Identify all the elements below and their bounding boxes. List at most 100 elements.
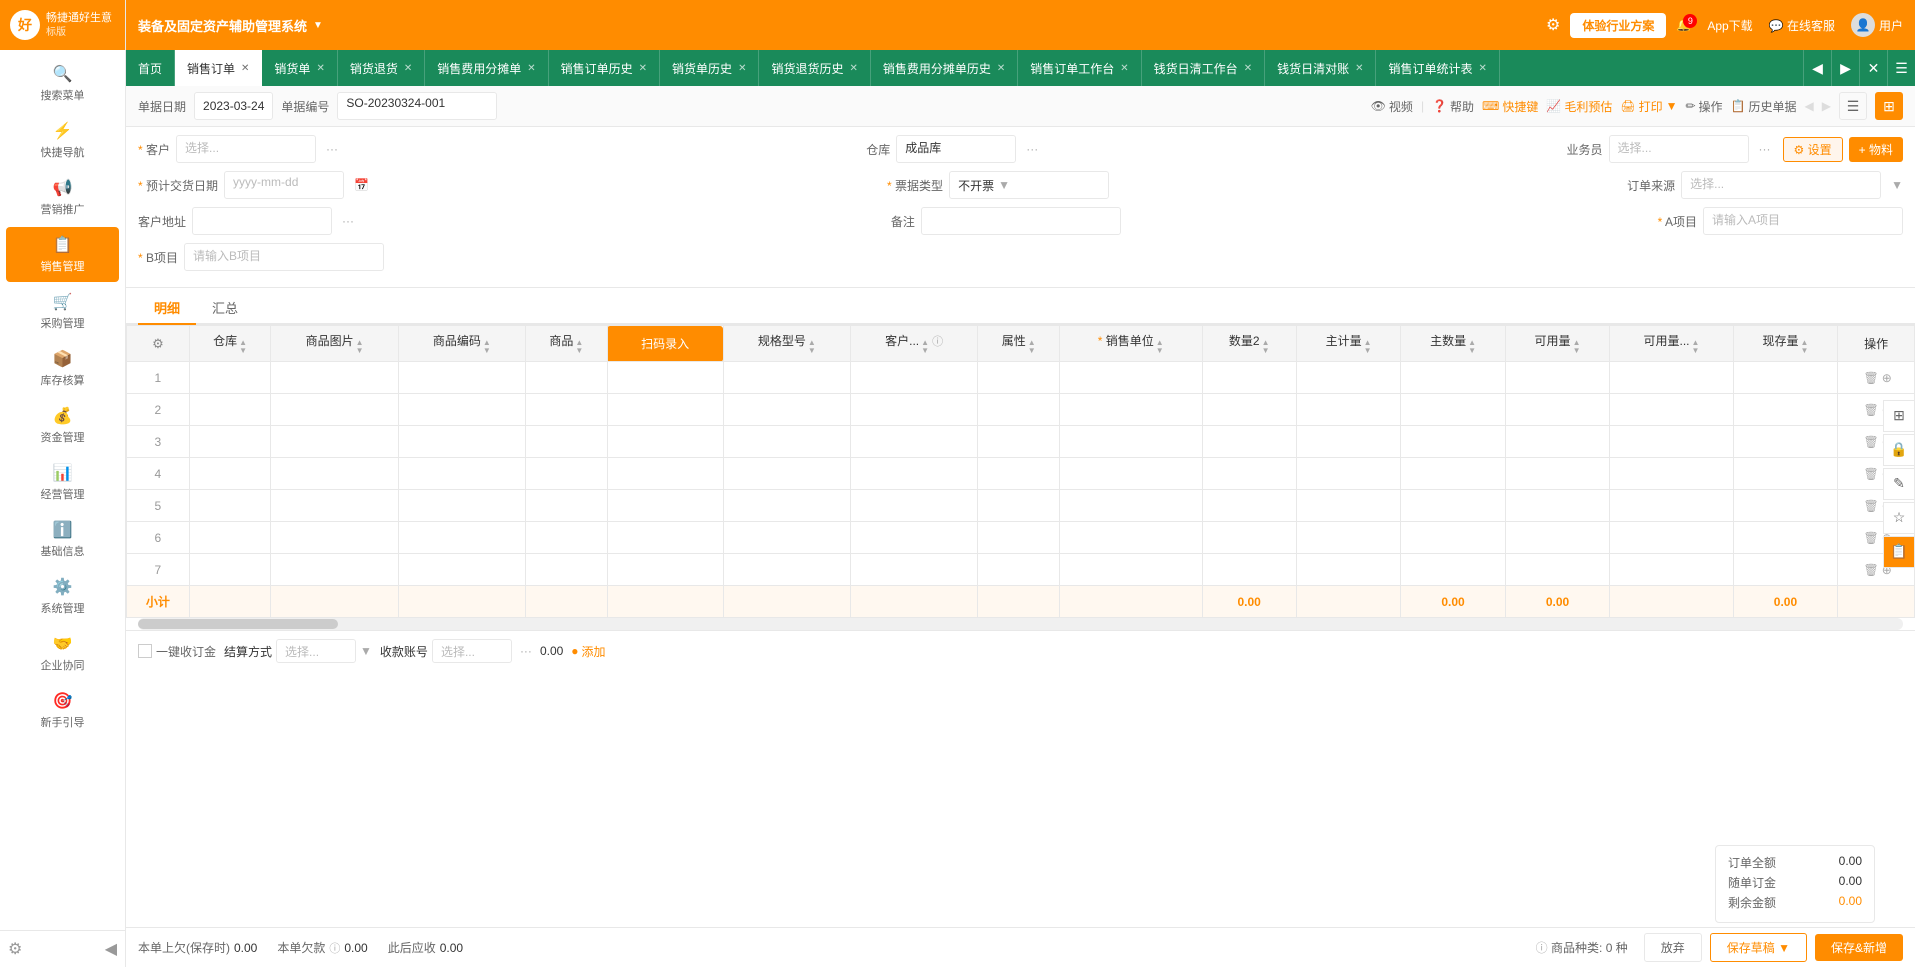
view-btn[interactable]: 👁 视频 bbox=[1371, 98, 1413, 115]
notes-input[interactable] bbox=[921, 207, 1121, 235]
col-header-扫码录入[interactable]: 扫码录入 bbox=[607, 326, 723, 362]
rt-btn-3[interactable]: ✎ bbox=[1883, 468, 1915, 500]
collapse-icon[interactable]: ◀ bbox=[105, 939, 117, 959]
tabbar-tab-销货单历史[interactable]: 销货单历史✕ bbox=[660, 50, 759, 86]
sidebar-item-快捷导航[interactable]: ⚡快捷导航 bbox=[6, 113, 119, 168]
sidebar-item-库存核算[interactable]: 📦库存核算 bbox=[6, 341, 119, 396]
tabbar-tab-首页[interactable]: 首页 bbox=[126, 50, 175, 86]
salesperson-dots[interactable]: ··· bbox=[1759, 142, 1771, 156]
tab-more[interactable]: ✕ bbox=[1859, 50, 1887, 86]
row-delete-icon[interactable]: 🗑 bbox=[1863, 403, 1878, 417]
account-dots[interactable]: ··· bbox=[520, 644, 532, 658]
row-delete-icon[interactable]: 🗑 bbox=[1863, 435, 1878, 449]
detail-tab-汇总[interactable]: 汇总 bbox=[196, 292, 254, 325]
row-copy-icon[interactable]: ⊕ bbox=[1882, 371, 1892, 385]
detail-tab-明细[interactable]: 明细 bbox=[138, 292, 196, 325]
settings-icon[interactable]: ⚙ bbox=[8, 939, 22, 959]
tab-next[interactable]: ▶ bbox=[1831, 50, 1859, 86]
online-service-link[interactable]: 💬 在线客服 bbox=[1769, 17, 1835, 34]
customer-address-dots[interactable]: ··· bbox=[342, 214, 354, 228]
sidebar-item-新手引导[interactable]: 🎯新手引导 bbox=[6, 683, 119, 738]
shortcut-btn[interactable]: ⌨ 快捷键 bbox=[1482, 98, 1538, 115]
sidebar-item-系统管理[interactable]: ⚙️系统管理 bbox=[6, 569, 119, 624]
tab-close[interactable]: ✕ bbox=[1244, 63, 1252, 74]
tabbar-tab-销售费用分摊单历史[interactable]: 销售费用分摊单历史✕ bbox=[871, 50, 1018, 86]
save-draft-btn[interactable]: 保存草稿 ▼ bbox=[1710, 933, 1807, 962]
tab-close[interactable]: ✕ bbox=[316, 63, 324, 74]
tabbar-tab-销售订单工作台[interactable]: 销售订单工作台✕ bbox=[1018, 50, 1141, 86]
tab-close[interactable]: ✕ bbox=[1355, 63, 1363, 74]
operation-btn[interactable]: ✏ 操作 bbox=[1685, 98, 1722, 115]
b-project-input[interactable]: 请输入B项目 bbox=[184, 243, 384, 271]
row-delete-icon[interactable]: 🗑 bbox=[1863, 467, 1878, 481]
warehouse-input[interactable]: 成品库 bbox=[896, 135, 1016, 163]
tab-close[interactable]: ✕ bbox=[1479, 63, 1487, 74]
sidebar-item-经营管理[interactable]: 📊经营管理 bbox=[6, 455, 119, 510]
tabbar-tab-销货退货[interactable]: 销货退货✕ bbox=[338, 50, 425, 86]
col-info-icon[interactable]: ⓘ bbox=[929, 336, 943, 348]
list-view-btn[interactable]: ☰ bbox=[1839, 92, 1867, 120]
tabbar-tab-钱货日清对账[interactable]: 钱货日清对账✕ bbox=[1265, 50, 1376, 86]
salesperson-input[interactable]: 选择... bbox=[1609, 135, 1749, 163]
user-menu[interactable]: 👤 用户 bbox=[1851, 13, 1903, 37]
tabbar-tab-销货单[interactable]: 销货单✕ bbox=[262, 50, 337, 86]
system-dropdown-arrow[interactable]: ▼ bbox=[313, 20, 323, 31]
scroll-thumb[interactable] bbox=[138, 619, 338, 629]
notification-badge[interactable]: 🔔 9 bbox=[1676, 18, 1691, 32]
rt-btn-5[interactable]: 📋 bbox=[1883, 536, 1915, 568]
row-delete-icon[interactable]: 🗑 bbox=[1863, 499, 1878, 513]
single-date-input[interactable]: 2023-03-24 bbox=[194, 92, 273, 120]
tabbar-tab-销货退货历史[interactable]: 销货退货历史✕ bbox=[759, 50, 870, 86]
tab-prev[interactable]: ◀ bbox=[1803, 50, 1831, 86]
sidebar-item-资金管理[interactable]: 💰资金管理 bbox=[6, 398, 119, 453]
tabbar-tab-销售订单[interactable]: 销售订单✕ bbox=[175, 50, 262, 86]
invoice-type-select[interactable]: 不开票 ▼ bbox=[949, 171, 1109, 199]
col-settings-icon[interactable]: ⚙ bbox=[152, 336, 164, 351]
customer-input[interactable]: 选择... bbox=[176, 135, 316, 163]
help-btn[interactable]: ❓ 帮助 bbox=[1432, 98, 1474, 115]
single-number-input[interactable]: SO-20230324-001 bbox=[337, 92, 497, 120]
payment-method-select[interactable]: 选择... bbox=[276, 639, 356, 663]
customer-dots[interactable]: ··· bbox=[326, 142, 338, 156]
profit-preview-btn[interactable]: 📈 毛利预估 bbox=[1546, 98, 1612, 115]
discard-btn[interactable]: 放弃 bbox=[1644, 933, 1702, 962]
history-btn[interactable]: 📋 历史单据 bbox=[1731, 98, 1797, 115]
industry-btn[interactable]: 体验行业方案 bbox=[1570, 13, 1666, 38]
tabbar-tab-销售订单历史[interactable]: 销售订单历史✕ bbox=[549, 50, 660, 86]
a-project-input[interactable]: 请输入A项目 bbox=[1703, 207, 1903, 235]
add-btn[interactable]: ● 添加 bbox=[571, 643, 605, 660]
sidebar-item-企业协同[interactable]: 🤝企业协同 bbox=[6, 626, 119, 681]
row-delete-icon[interactable]: 🗑 bbox=[1863, 371, 1878, 385]
account-select[interactable]: 选择... bbox=[432, 639, 512, 663]
settings-btn[interactable]: ⚙ 设置 bbox=[1783, 137, 1843, 162]
sidebar-item-销售管理[interactable]: 📋销售管理 bbox=[6, 227, 119, 282]
tabbar-tab-销售订单统计表[interactable]: 销售订单统计表✕ bbox=[1376, 50, 1499, 86]
tabbar-tab-销售费用分摊单[interactable]: 销售费用分摊单✕ bbox=[425, 50, 548, 86]
print-btn[interactable]: 🖨 打印 ▼ bbox=[1620, 98, 1677, 115]
delivery-date-input[interactable]: yyyy-mm-dd bbox=[224, 171, 344, 199]
add-material-btn[interactable]: + 物料 bbox=[1849, 137, 1903, 162]
rt-btn-2[interactable]: 🔒 bbox=[1883, 434, 1915, 466]
app-download-link[interactable]: App下载 bbox=[1707, 17, 1752, 34]
row-delete-icon[interactable]: 🗑 bbox=[1863, 563, 1878, 577]
rt-btn-1[interactable]: ⊞ bbox=[1883, 400, 1915, 432]
tab-close[interactable]: ✕ bbox=[241, 63, 249, 74]
rt-btn-4[interactable]: ☆ bbox=[1883, 502, 1915, 534]
customer-address-input[interactable] bbox=[192, 207, 332, 235]
sidebar-item-采购管理[interactable]: 🛒采购管理 bbox=[6, 284, 119, 339]
tab-close[interactable]: ✕ bbox=[527, 63, 535, 74]
scroll-area[interactable] bbox=[138, 618, 1903, 630]
order-source-input[interactable]: 选择... bbox=[1681, 171, 1881, 199]
tabbar-tab-钱货日清工作台[interactable]: 钱货日清工作台✕ bbox=[1142, 50, 1265, 86]
product-count-icon[interactable]: ⓘ bbox=[1536, 941, 1548, 955]
row-delete-icon[interactable]: 🗑 bbox=[1863, 531, 1878, 545]
topbar-gear-icon[interactable]: ⚙ bbox=[1546, 15, 1560, 35]
sidebar-item-搜索菜单[interactable]: 🔍搜索菜单 bbox=[6, 56, 119, 111]
tab-close[interactable]: ✕ bbox=[404, 63, 412, 74]
tab-close[interactable]: ✕ bbox=[639, 63, 647, 74]
tab-close[interactable]: ✕ bbox=[997, 63, 1005, 74]
save-new-btn[interactable]: 保存&新增 bbox=[1815, 934, 1903, 961]
tab-menu[interactable]: ☰ bbox=[1887, 50, 1915, 86]
grid-view-btn[interactable]: ⊞ bbox=[1875, 92, 1903, 120]
one-click-checkbox[interactable] bbox=[138, 644, 152, 658]
